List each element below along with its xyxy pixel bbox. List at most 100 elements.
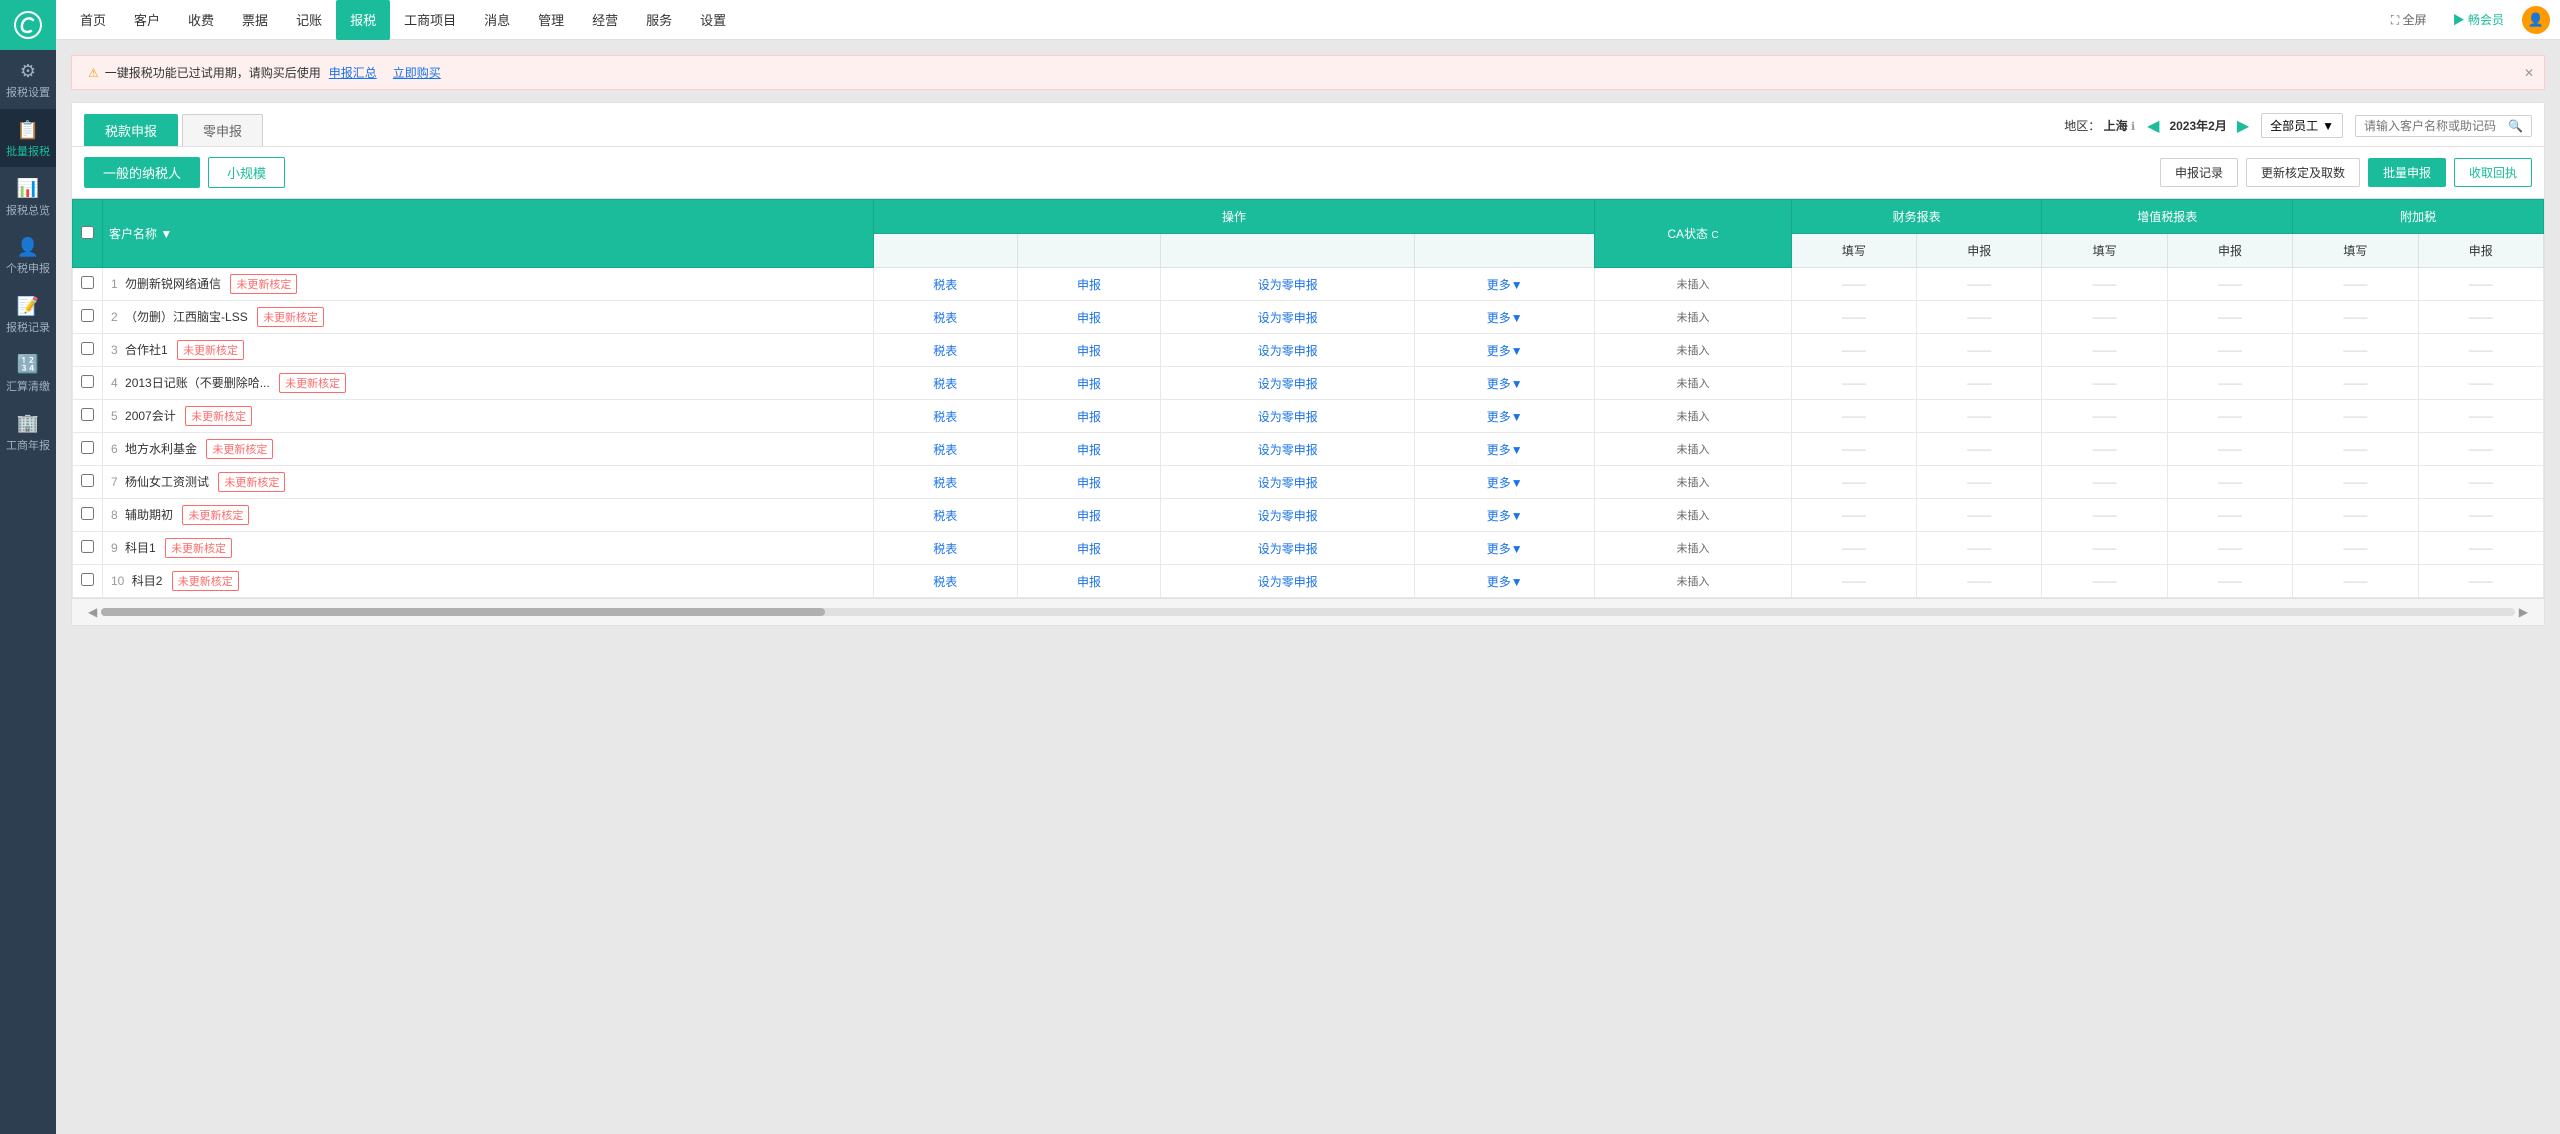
tab-tax-declare[interactable]: 税款申报 — [84, 114, 178, 146]
op-tax-form[interactable]: 税表 — [933, 278, 957, 292]
nav-business-project[interactable]: 工商项目 — [390, 0, 470, 40]
nav-manage[interactable]: 管理 — [524, 0, 578, 40]
staff-select[interactable]: 全部员工 ▼ — [2261, 113, 2343, 138]
op-zero-declare[interactable]: 设为零申报 — [1258, 509, 1318, 523]
row-checkbox-3[interactable] — [81, 375, 94, 388]
nav-business[interactable]: 经营 — [578, 0, 632, 40]
op-tax-form[interactable]: 税表 — [933, 509, 957, 523]
op-declare[interactable]: 申报 — [1077, 476, 1101, 490]
op-more[interactable]: 更多▼ — [1487, 509, 1523, 523]
sort-icon[interactable]: ▼ — [160, 227, 172, 241]
row-checkbox-8[interactable] — [81, 540, 94, 553]
nav-settings[interactable]: 设置 — [686, 0, 740, 40]
op-more[interactable]: 更多▼ — [1487, 443, 1523, 457]
avatar[interactable]: 👤 — [2522, 6, 2550, 34]
sidebar-item-tax-overview[interactable]: 📊 报税总览 — [0, 167, 56, 226]
op-more[interactable]: 更多▼ — [1487, 542, 1523, 556]
op-zero-declare[interactable]: 设为零申报 — [1258, 278, 1318, 292]
sub-tab-area: 一般的纳税人 小规模 申报记录 更新核定及取数 批量申报 收取回执 — [72, 147, 2544, 199]
op-tax-form[interactable]: 税表 — [933, 476, 957, 490]
addtax-fill-cell: —— — [2293, 532, 2418, 565]
select-all-checkbox[interactable] — [81, 226, 94, 239]
row-checkbox-0[interactable] — [81, 276, 94, 289]
nav-accounting[interactable]: 记账 — [282, 0, 336, 40]
op-declare[interactable]: 申报 — [1077, 311, 1101, 325]
op-more[interactable]: 更多▼ — [1487, 575, 1523, 589]
sidebar-item-batch-tax[interactable]: 📋 批量报税 — [0, 109, 56, 168]
op-tax-form[interactable]: 税表 — [933, 377, 957, 391]
row-checkbox-9[interactable] — [81, 573, 94, 586]
op-zero-declare[interactable]: 设为零申报 — [1258, 476, 1318, 490]
sidebar-item-annual-settlement[interactable]: 🔢 汇算清缴 — [0, 343, 56, 402]
update-confirm-button[interactable]: 更新核定及取数 — [2246, 158, 2360, 187]
op-more[interactable]: 更多▼ — [1487, 410, 1523, 424]
sub-tab-small[interactable]: 小规模 — [208, 157, 285, 188]
op-declare[interactable]: 申报 — [1077, 344, 1101, 358]
next-month-button[interactable]: ▶ — [2237, 116, 2249, 136]
op-zero-declare[interactable]: 设为零申报 — [1258, 443, 1318, 457]
nav-invoice[interactable]: 票据 — [228, 0, 282, 40]
vat-fill-cell: —— — [2042, 532, 2167, 565]
op-zero-declare[interactable]: 设为零申报 — [1258, 410, 1318, 424]
collect-return-button[interactable]: 收取回执 — [2454, 158, 2532, 187]
op-zero-declare[interactable]: 设为零申报 — [1258, 377, 1318, 391]
scroll-left-button[interactable]: ◀ — [84, 605, 101, 619]
op-tax-form[interactable]: 税表 — [933, 311, 957, 325]
row-checkbox-1[interactable] — [81, 309, 94, 322]
op-tax-form[interactable]: 税表 — [933, 575, 957, 589]
scroll-right-button[interactable]: ▶ — [2515, 605, 2532, 619]
op-declare[interactable]: 申报 — [1077, 509, 1101, 523]
nav-tax[interactable]: 报税 — [336, 0, 390, 40]
sidebar-item-personal-tax[interactable]: 👤 个税申报 — [0, 226, 56, 285]
sub-tab-general[interactable]: 一般的纳税人 — [84, 157, 200, 188]
notice-link-buy[interactable]: 立即购买 — [393, 64, 441, 81]
op-declare[interactable]: 申报 — [1077, 575, 1101, 589]
nav-service[interactable]: 服务 — [632, 0, 686, 40]
nav-message[interactable]: 消息 — [470, 0, 524, 40]
op-declare[interactable]: 申报 — [1077, 443, 1101, 457]
op-more[interactable]: 更多▼ — [1487, 344, 1523, 358]
search-input[interactable] — [2364, 119, 2504, 133]
nav-home[interactable]: 首页 — [66, 0, 120, 40]
member-button[interactable]: ▶ 畅会员 — [2445, 9, 2512, 30]
sidebar-item-tax-settings[interactable]: ⚙ 报税设置 — [0, 50, 56, 109]
op-declare[interactable]: 申报 — [1077, 278, 1101, 292]
batch-declare-button[interactable]: 批量申报 — [2368, 158, 2446, 187]
op-declare[interactable]: 申报 — [1077, 377, 1101, 391]
nav-billing[interactable]: 收费 — [174, 0, 228, 40]
op-more[interactable]: 更多▼ — [1487, 311, 1523, 325]
search-icon[interactable]: 🔍 — [2508, 119, 2523, 133]
op-more[interactable]: 更多▼ — [1487, 377, 1523, 391]
sidebar-item-business-annual[interactable]: 🏢 工商年报 — [0, 402, 56, 461]
notice-close-button[interactable]: ✕ — [2524, 66, 2534, 80]
op-tax-form[interactable]: 税表 — [933, 443, 957, 457]
declare-record-button[interactable]: 申报记录 — [2160, 158, 2238, 187]
op-tax-form[interactable]: 税表 — [933, 344, 957, 358]
nav-client[interactable]: 客户 — [120, 0, 174, 40]
row-checkbox-4[interactable] — [81, 408, 94, 421]
prev-month-button[interactable]: ◀ — [2147, 116, 2159, 136]
scroll-track[interactable] — [101, 608, 2515, 616]
fullscreen-button[interactable]: ⛶ 全屏 — [2383, 9, 2435, 30]
op-more[interactable]: 更多▼ — [1487, 278, 1523, 292]
row-checkbox-2[interactable] — [81, 342, 94, 355]
row-checkbox-6[interactable] — [81, 474, 94, 487]
row-checkbox-7[interactable] — [81, 507, 94, 520]
app-logo[interactable] — [0, 0, 56, 50]
op-declare[interactable]: 申报 — [1077, 542, 1101, 556]
sidebar-item-tax-record[interactable]: 📝 报税记录 — [0, 285, 56, 344]
tab-zero-declare[interactable]: 零申报 — [182, 114, 263, 146]
row-number: 6 — [111, 442, 118, 456]
op-zero-declare[interactable]: 设为零申报 — [1258, 575, 1318, 589]
op-zero-declare[interactable]: 设为零申报 — [1258, 311, 1318, 325]
row-checkbox-5[interactable] — [81, 441, 94, 454]
notice-link-summary[interactable]: 申报汇总 — [329, 64, 377, 81]
op-zero-declare[interactable]: 设为零申报 — [1258, 542, 1318, 556]
batch-tax-icon: 📋 — [17, 119, 39, 142]
addtax-fill-cell: —— — [2293, 301, 2418, 334]
op-more[interactable]: 更多▼ — [1487, 476, 1523, 490]
op-declare[interactable]: 申报 — [1077, 410, 1101, 424]
op-tax-form[interactable]: 税表 — [933, 410, 957, 424]
op-tax-form[interactable]: 税表 — [933, 542, 957, 556]
op-zero-declare[interactable]: 设为零申报 — [1258, 344, 1318, 358]
